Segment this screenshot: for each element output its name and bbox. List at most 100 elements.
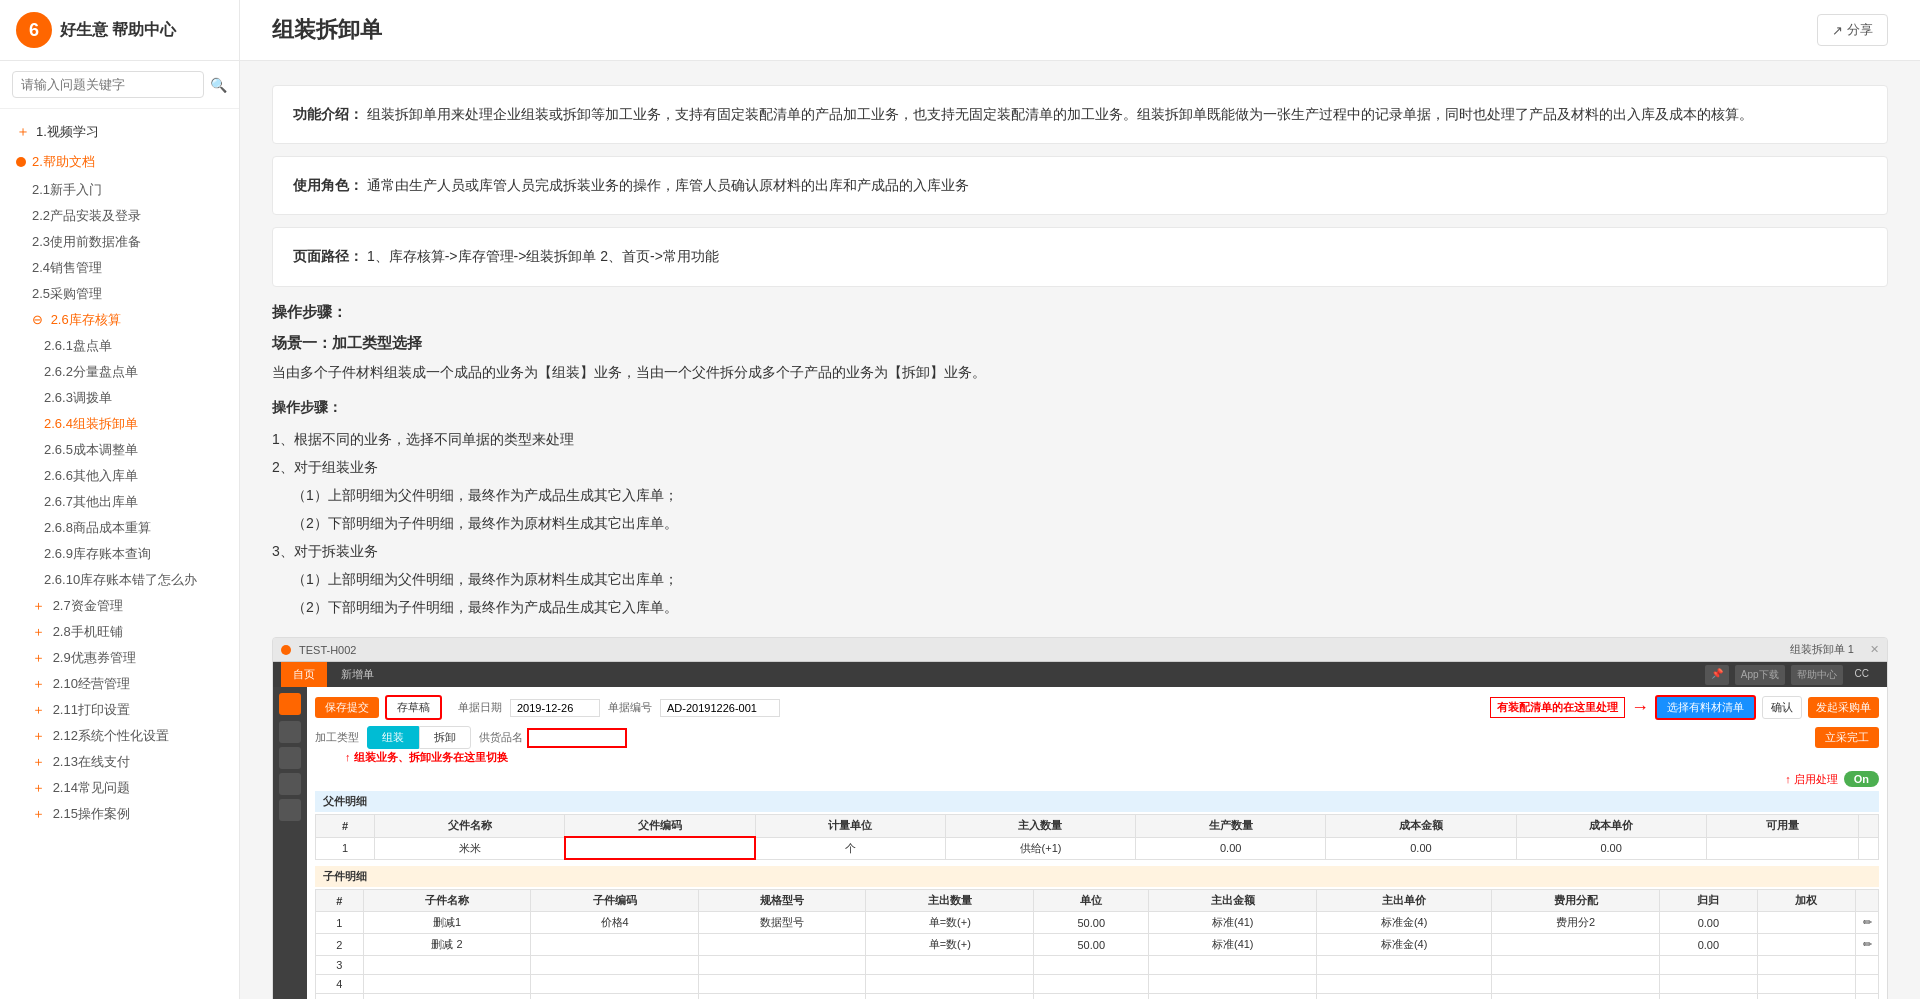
sidebar-item-purchase[interactable]: 2.5采购管理 [0,281,239,307]
expand-icon: ＋ [32,676,45,691]
mock-btn-disassembly[interactable]: 拆卸 [419,726,471,749]
ops-title: 操作步骤： [272,303,1888,322]
mock-btn-action1[interactable]: 确认 [1762,696,1802,719]
expand-icon: ＋ [32,624,45,639]
path-text: 1、库存核算->库存管理->组装拆卸单 2、首页->常用功能 [367,248,719,264]
sidebar-item-inventory-query[interactable]: 2.6.9库存账本查询 [0,541,239,567]
sidebar-item-label: 2.6.2分量盘点单 [44,364,138,379]
mock-nav-home: 自页 [281,662,327,687]
ops-steps: 操作步骤： 1、根据不同的业务，选择不同单据的类型来处理 2、对于组装业务 （1… [272,393,1888,621]
share-button[interactable]: ↗ 分享 [1817,14,1888,46]
mock-btn-confirm[interactable]: 立采完工 [1815,727,1879,748]
sidebar-item-label: 2.1新手入门 [32,182,102,197]
sidebar-item-assembly[interactable]: 2.6.4组装拆卸单 [0,411,239,437]
sidebar-item-transfer[interactable]: 2.6.3调拨单 [0,385,239,411]
sidebar-item-label: 2.15操作案例 [53,806,130,821]
sidebar-item-coupon[interactable]: ＋ 2.9优惠券管理 [0,645,239,671]
step2-2: （2）下部明细为子件明细，最终作为原材料生成其它出库单。 [272,509,1888,537]
step3-1: （1）上部明细为父件明细，最终作为原材料生成其它出库单； [272,565,1888,593]
feature-intro-label: 功能介绍： [293,106,363,122]
mock-left-icon-home [279,693,301,715]
sidebar-item-label: 2.6.6其他入库单 [44,468,138,483]
mock-left-icon-1 [279,721,301,743]
search-input[interactable] [12,71,204,98]
screenshot-topbar-name: 组装拆卸单 1 [1790,642,1854,657]
mock-btn-action2[interactable]: 发起采购单 [1808,697,1879,718]
expand-icon: ＋ [32,650,45,665]
mock-nav-new[interactable]: 新增单 [329,662,386,687]
sidebar-item-help-docs[interactable]: 2.帮助文档 [0,147,239,177]
sidebar-item-label: 2.2产品安装及登录 [32,208,141,223]
mock-field-date[interactable] [510,699,600,717]
arrow-right-icon: → [1631,697,1649,718]
sidebar-item-newbie[interactable]: 2.1新手入门 [0,177,239,203]
sidebar-item-label: 2.11打印设置 [53,702,130,717]
sidebar-item-label: 2.4销售管理 [32,260,102,275]
toggle-on[interactable]: On [1844,771,1879,787]
sidebar-item-online-pay[interactable]: ＋ 2.13在线支付 [0,749,239,775]
screenshot-container: TEST-H002 组装拆卸单 1 ✕ 自页 新增单 📌 App下载 帮助中心 … [272,637,1888,999]
mock-field-order-label: 单据编号 [608,700,652,715]
mock-btn-save[interactable]: 保存提交 [315,697,379,718]
search-icon[interactable]: 🔍 [210,77,227,93]
sidebar-item-print[interactable]: ＋ 2.11打印设置 [0,697,239,723]
sidebar-item-label: 2.10经营管理 [53,676,130,691]
scene1-title: 场景一：加工类型选择 [272,334,1888,353]
sidebar-item-inventory-count[interactable]: 2.6.1盘点单 [0,333,239,359]
sidebar-item-sales[interactable]: 2.4销售管理 [0,255,239,281]
sidebar-item-partial-count[interactable]: 2.6.2分量盘点单 [0,359,239,385]
sidebar-item-label: 2.6.3调拨单 [44,390,112,405]
sidebar-item-label: 2.3使用前数据准备 [32,234,141,249]
mock-supplier-input[interactable] [527,728,627,748]
sidebar-item-other-inbound[interactable]: 2.6.6其他入库单 [0,463,239,489]
sidebar-item-inventory-error[interactable]: 2.6.10库存账本错了怎么办 [0,567,239,593]
sidebar-item-video-learning[interactable]: ＋ 1.视频学习 [0,117,239,147]
sidebar-item-label: 2.6.7其他出库单 [44,494,138,509]
expand-icon: ＋ [16,123,30,141]
sidebar-item-other-outbound[interactable]: 2.6.7其他出库单 [0,489,239,515]
mock-supplier-label: 供货品名 [479,730,523,745]
sidebar-item-label: 2.12系统个性化设置 [53,728,169,743]
mock-field-order[interactable] [660,699,780,717]
role-block: 使用角色： 通常由生产人员或库管人员完成拆装业务的操作，库管人员确认原材料的出库… [272,156,1888,215]
step3-2: （2）下部明细为子件明细，最终作为产成品生成其它入库单。 [272,593,1888,621]
mock-type-label: 加工类型 [315,730,359,745]
share-icon: ↗ [1832,23,1843,38]
sidebar-item-customization[interactable]: ＋ 2.12系统个性化设置 [0,723,239,749]
mock-btn-bom[interactable]: 选择有料材清单 [1655,695,1756,720]
sidebar-item-install[interactable]: 2.2产品安装及登录 [0,203,239,229]
sidebar-item-label: 2.5采购管理 [32,286,102,301]
sidebar-item-finance[interactable]: ＋ 2.7资金管理 [0,593,239,619]
main-content: 组装拆卸单 ↗ 分享 功能介绍： 组装拆卸单用来处理企业组装或拆卸等加工业务，支… [240,0,1920,999]
expand-icon: ＋ [32,728,45,743]
lower-section-header: 子件明细 [315,866,1879,887]
sidebar-item-label: 2.6.9库存账本查询 [44,546,151,561]
upper-section-header: 父件明细 [315,791,1879,812]
sidebar-item-operations[interactable]: ＋ 2.10经营管理 [0,671,239,697]
step2-1: （1）上部明细为父件明细，最终作为产成品生成其它入库单； [272,481,1888,509]
expand-icon: ＋ [32,806,45,821]
mock-nav-icon1: 📌 [1705,665,1729,685]
sidebar-item-data-prep[interactable]: 2.3使用前数据准备 [0,229,239,255]
feature-intro-text: 组装拆卸单用来处理企业组装或拆卸等加工业务，支持有固定装配清单的产品加工业务，也… [367,106,1753,122]
page-title: 组装拆卸单 [272,15,382,45]
mock-field-date-label: 单据日期 [458,700,502,715]
role-label: 使用角色： [293,177,363,193]
mock-user-icon: CC [1849,665,1875,685]
ops-steps-title: 操作步骤： [272,393,1888,421]
brand-name: 好生意 帮助中心 [60,20,176,41]
content-area: 功能介绍： 组装拆卸单用来处理企业组装或拆卸等加工业务，支持有固定装配清单的产品… [240,61,1920,999]
mock-btn-assembly[interactable]: 组装 [367,726,419,749]
sidebar-item-mobile[interactable]: ＋ 2.8手机旺铺 [0,619,239,645]
path-label: 页面路径： [293,248,363,264]
sidebar-item-cases[interactable]: ＋ 2.15操作案例 [0,801,239,827]
sidebar-item-inventory[interactable]: ⊖ 2.6库存核算 [0,307,239,333]
sidebar-item-cost-recalc[interactable]: 2.6.8商品成本重算 [0,515,239,541]
sidebar-item-cost-adjust[interactable]: 2.6.5成本调整单 [0,437,239,463]
mock-btn-draft[interactable]: 存草稿 [385,695,442,720]
sidebar-header: 6 好生意 帮助中心 [0,0,239,61]
sidebar-item-label: 2.9优惠券管理 [53,650,136,665]
search-box: 🔍 [0,61,239,109]
path-block: 页面路径： 1、库存核算->库存管理->组装拆卸单 2、首页->常用功能 [272,227,1888,286]
sidebar-item-faq[interactable]: ＋ 2.14常见问题 [0,775,239,801]
